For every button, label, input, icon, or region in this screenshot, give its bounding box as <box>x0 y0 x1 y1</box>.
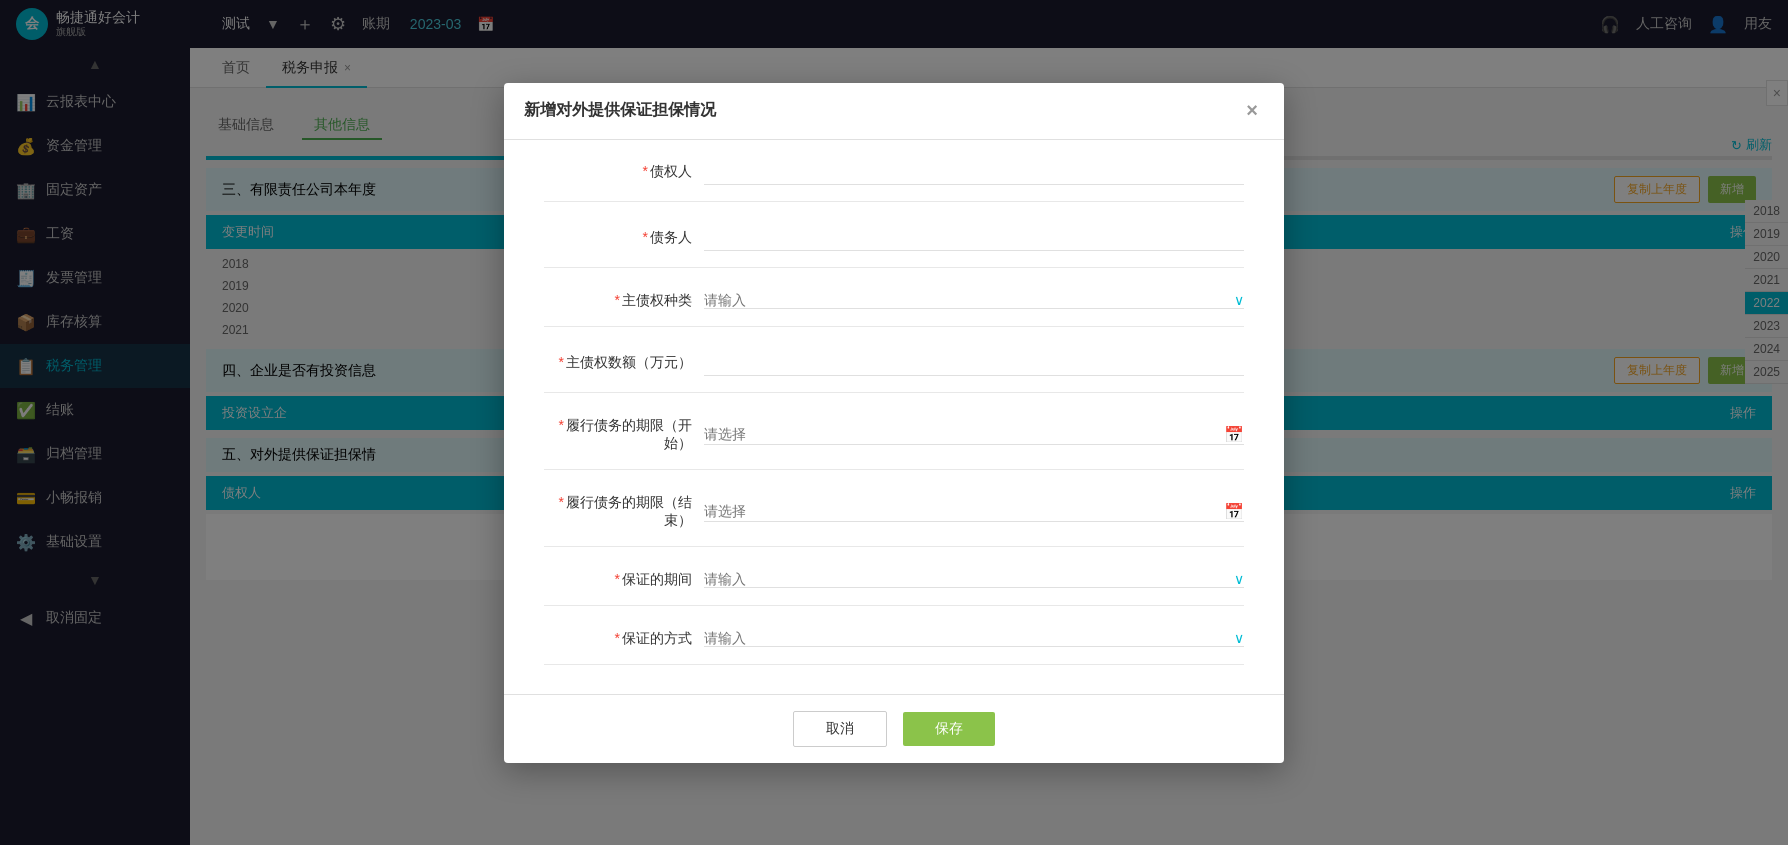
form-input-claim-amount[interactable] <box>704 351 1244 375</box>
form-input-area-period-start: 📅 <box>704 425 1244 445</box>
form-row-creditor: *债权人 <box>544 160 1244 202</box>
form-input-area-guarantee-method: ∨ <box>704 630 1244 647</box>
required-marker-creditor: * <box>643 163 648 179</box>
form-row-guarantee-period: *保证的期间 ∨ <box>544 571 1244 606</box>
form-row-claim-type: *主债权种类 ∨ <box>544 292 1244 327</box>
required-marker-guarantee-method: * <box>615 630 620 646</box>
form-label-guarantee-period: *保证的期间 <box>544 571 704 589</box>
chevron-down-icon-claim-type: ∨ <box>1234 292 1244 308</box>
form-input-area-creditor <box>704 160 1244 185</box>
dialog-title: 新增对外提供保证担保情况 <box>524 100 716 121</box>
dialog-header: 新增对外提供保证担保情况 × <box>504 83 1284 140</box>
form-datepicker-period-end[interactable]: 📅 <box>704 502 1244 521</box>
cancel-button[interactable]: 取消 <box>793 711 887 747</box>
form-datepicker-period-start[interactable]: 📅 <box>704 425 1244 444</box>
form-date-input-period-start[interactable] <box>704 426 1224 442</box>
form-select-claim-type[interactable]: ∨ <box>704 292 1244 308</box>
form-label-creditor: *债权人 <box>544 163 704 181</box>
form-label-period-end: *履行债务的期限（结束） <box>544 494 704 530</box>
required-marker-claim-amount: * <box>559 354 564 370</box>
dialog-footer: 取消 保存 <box>504 694 1284 763</box>
form-label-period-start: *履行债务的期限（开始） <box>544 417 704 453</box>
form-row-period-start: *履行债务的期限（开始） 📅 <box>544 417 1244 470</box>
form-label-debtor: *债务人 <box>544 229 704 247</box>
calendar-icon-period-start[interactable]: 📅 <box>1224 425 1244 444</box>
form-select-input-claim-type[interactable] <box>704 292 1234 308</box>
required-marker-claim-type: * <box>615 292 620 308</box>
form-select-guarantee-method[interactable]: ∨ <box>704 630 1244 646</box>
form-row-guarantee-method: *保证的方式 ∨ <box>544 630 1244 665</box>
form-input-creditor[interactable] <box>704 160 1244 184</box>
dialog-overlay: 新增对外提供保证担保情况 × *债权人 *债务人 *主债权种类 ∨ *主债权数额（万… <box>0 0 1788 845</box>
form-select-input-guarantee-period[interactable] <box>704 571 1234 587</box>
dialog-close-button[interactable]: × <box>1240 99 1264 123</box>
form-input-area-claim-amount <box>704 351 1244 376</box>
form-input-area-debtor <box>704 226 1244 251</box>
form-row-claim-amount: *主债权数额（万元） <box>544 351 1244 393</box>
dialog: 新增对外提供保证担保情况 × *债权人 *债务人 *主债权种类 ∨ *主债权数额（万… <box>504 83 1284 763</box>
required-marker-period-start: * <box>559 417 564 433</box>
form-row-period-end: *履行债务的期限（结束） 📅 <box>544 494 1244 547</box>
save-button[interactable]: 保存 <box>903 712 995 746</box>
chevron-down-icon-guarantee-method: ∨ <box>1234 630 1244 646</box>
form-row-debtor: *债务人 <box>544 226 1244 268</box>
form-input-area-guarantee-period: ∨ <box>704 571 1244 588</box>
required-marker-period-end: * <box>559 494 564 510</box>
form-select-guarantee-period[interactable]: ∨ <box>704 571 1244 587</box>
form-input-area-period-end: 📅 <box>704 502 1244 522</box>
dialog-body: *债权人 *债务人 *主债权种类 ∨ *主债权数额（万元） *履行债务的期限（开始） … <box>504 140 1284 694</box>
calendar-icon-period-end[interactable]: 📅 <box>1224 502 1244 521</box>
form-input-debtor[interactable] <box>704 226 1244 250</box>
required-marker-guarantee-period: * <box>615 571 620 587</box>
form-label-claim-type: *主债权种类 <box>544 292 704 310</box>
chevron-down-icon-guarantee-period: ∨ <box>1234 571 1244 587</box>
form-label-guarantee-method: *保证的方式 <box>544 630 704 648</box>
form-date-input-period-end[interactable] <box>704 503 1224 519</box>
dialog-close-icon: × <box>1246 99 1258 122</box>
form-input-area-claim-type: ∨ <box>704 292 1244 309</box>
form-select-input-guarantee-method[interactable] <box>704 630 1234 646</box>
required-marker-debtor: * <box>643 229 648 245</box>
form-label-claim-amount: *主债权数额（万元） <box>544 354 704 372</box>
